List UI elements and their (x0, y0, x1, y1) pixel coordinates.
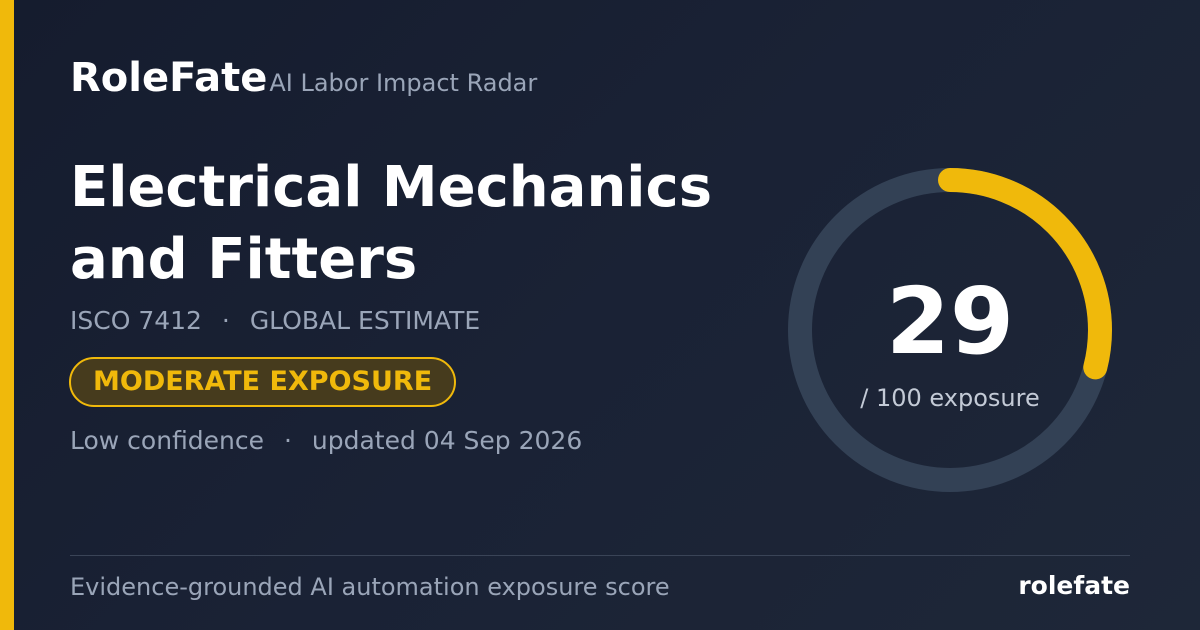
confidence-level: Low confidence (70, 426, 265, 455)
updated-date: updated 04 Sep 2026 (311, 426, 583, 455)
footer-divider (70, 555, 1130, 556)
occupation-title: Electrical Mechanics and Fitters (70, 155, 713, 292)
exposure-badge: MODERATE EXPOSURE (69, 357, 457, 407)
isco-code: ISCO 7412 (70, 306, 202, 335)
footer-brand: rolefate (1018, 571, 1130, 600)
exposure-score-unit: / 100 exposure (860, 384, 1040, 412)
meta-separator: · (221, 306, 230, 335)
estimate-scope: GLOBAL ESTIMATE (249, 306, 481, 335)
occupation-meta: ISCO 7412 · GLOBAL ESTIMATE (70, 306, 480, 335)
brand-logo-text: RoleFate (70, 55, 268, 101)
brand-header: RoleFate AI Labor Impact Radar (70, 55, 537, 101)
brand-tagline: AI Labor Impact Radar (269, 69, 538, 97)
exposure-score: 29 (885, 268, 1015, 375)
exposure-gauge: 29 / 100 exposure (780, 160, 1120, 500)
footer-description: Evidence-grounded AI automation exposure… (70, 573, 670, 601)
accent-bar (0, 0, 14, 630)
status-row: Low confidence · updated 04 Sep 2026 (70, 426, 582, 455)
status-separator: · (283, 426, 292, 455)
